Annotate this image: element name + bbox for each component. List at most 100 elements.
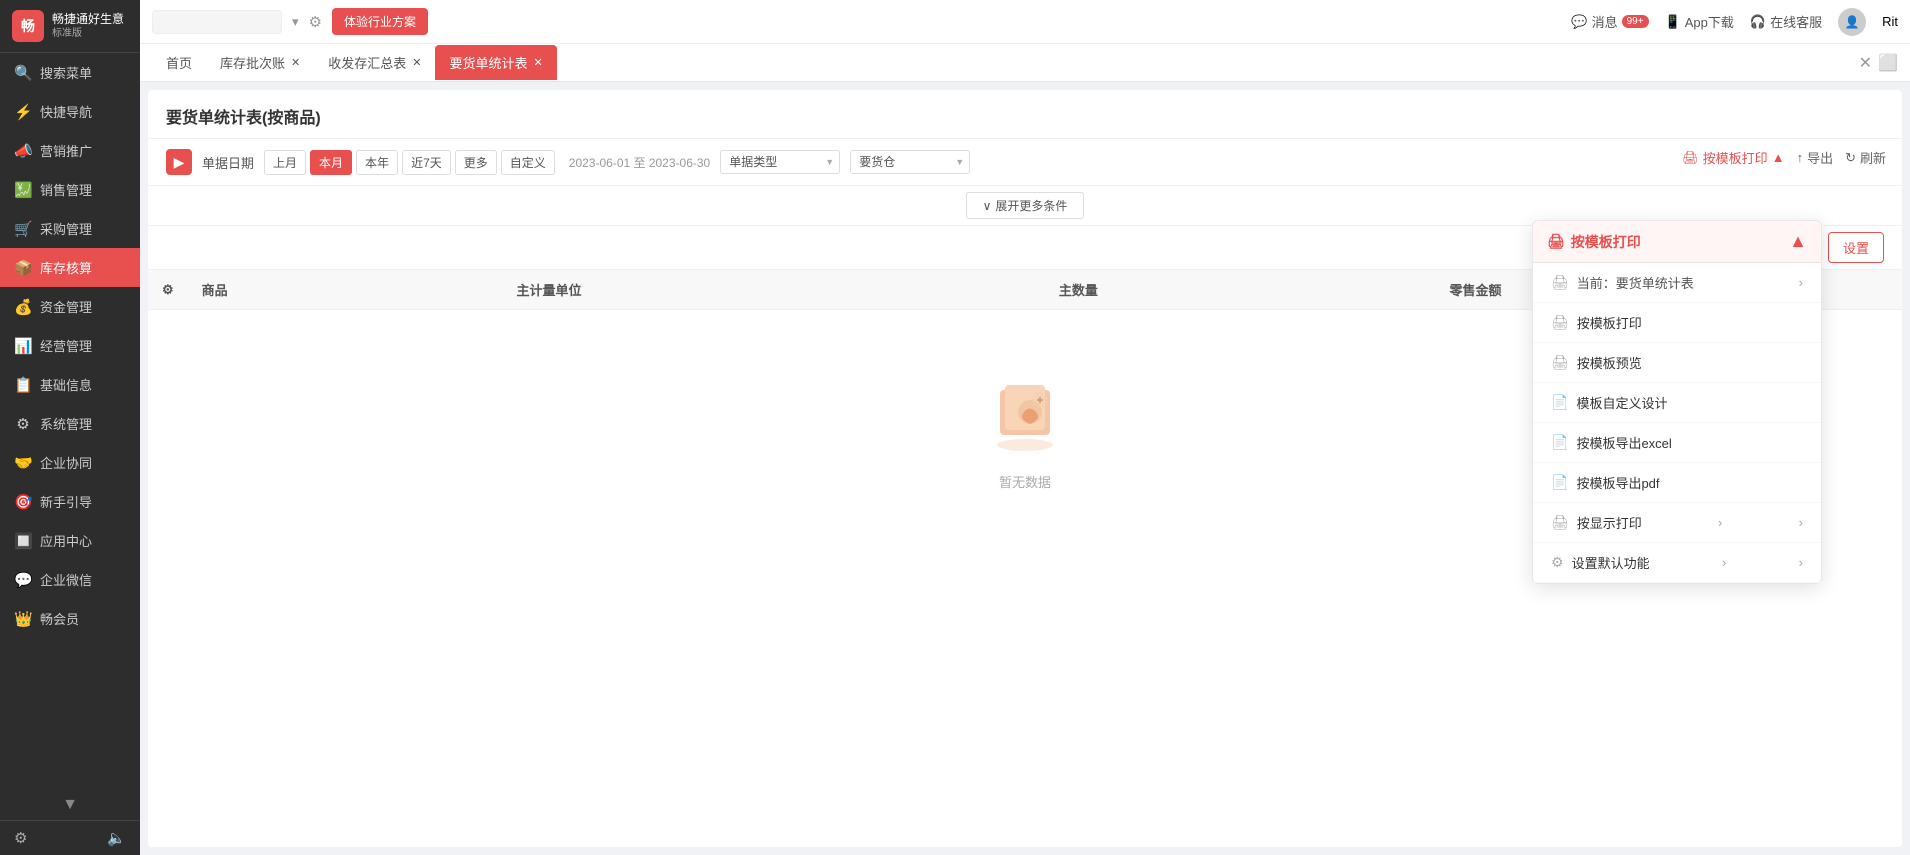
sidebar-item-search[interactable]: 🔍 搜索菜单 bbox=[0, 53, 140, 92]
filter-expand-btn[interactable]: ▶ bbox=[166, 149, 192, 175]
page-title: 要货单统计表(按商品) bbox=[166, 110, 321, 127]
print-dropdown-item-2[interactable]: 📄 模板自定义设计 bbox=[1533, 383, 1821, 423]
tab-order-stats[interactable]: 要货单统计表 ✕ bbox=[435, 45, 556, 80]
sidebar-item-guide[interactable]: 🎯 新手引导 bbox=[0, 482, 140, 521]
col-unit: 主计量单位 bbox=[503, 270, 1045, 310]
tab-receipts-summary-close[interactable]: ✕ bbox=[412, 56, 421, 69]
date-more[interactable]: 更多 bbox=[455, 150, 497, 175]
member-icon: 👑 bbox=[14, 610, 32, 628]
col-quantity: 主数量 bbox=[1045, 270, 1436, 310]
print-icon: 🖨 bbox=[1682, 150, 1699, 166]
tab-inventory-batch-close[interactable]: ✕ bbox=[291, 56, 300, 69]
refresh-btn[interactable]: ↻ 刷新 bbox=[1845, 148, 1886, 167]
sidebar-item-basic[interactable]: 📋 基础信息 bbox=[0, 365, 140, 404]
online-service-btn[interactable]: 🎧 在线客服 bbox=[1750, 12, 1822, 31]
print-dropdown-item-4[interactable]: 📄 按模板导出pdf bbox=[1533, 463, 1821, 503]
sidebar-item-system[interactable]: ⚙ 系统管理 bbox=[0, 404, 140, 443]
sidebar-item-inventory[interactable]: 📦 库存核算 bbox=[0, 248, 140, 287]
date-custom[interactable]: 自定义 bbox=[501, 150, 555, 175]
sidebar-item-finance[interactable]: 💰 资金管理 bbox=[0, 287, 140, 326]
print-dropdown-current[interactable]: 🖨 当前：要货单统计表 › bbox=[1533, 263, 1821, 303]
settings-btn[interactable]: 设置 bbox=[1828, 232, 1884, 263]
content-area: 要货单统计表(按商品) 🖨 按模板打印 ▲ ↑ 导出 ↻ 刷新 ▶ 单据日期 上… bbox=[148, 90, 1902, 847]
current-template-arrow: › bbox=[1799, 275, 1803, 290]
print-dropdown-item-1[interactable]: 🖨 按模板预览 bbox=[1533, 343, 1821, 383]
export-btn[interactable]: ↑ 导出 bbox=[1797, 148, 1834, 167]
tab-inventory-batch[interactable]: 库存批次账 ✕ bbox=[206, 45, 314, 80]
sidebar-item-business[interactable]: 📊 经营管理 bbox=[0, 326, 140, 365]
print-expand-arrow: ▲ bbox=[1772, 150, 1785, 165]
empty-text: 暂无数据 bbox=[999, 472, 1051, 491]
col-settings[interactable]: ⚙ bbox=[148, 270, 188, 310]
tabs-expand-area: ✕ ⬜ bbox=[1859, 53, 1898, 73]
topbar-dropdown-arrow[interactable]: ▾ bbox=[292, 14, 299, 30]
date-prev-month[interactable]: 上月 bbox=[264, 150, 306, 175]
message-icon: 💬 bbox=[1571, 14, 1587, 30]
empty-icon bbox=[980, 370, 1070, 460]
sidebar-footer: ⚙ 🔈 bbox=[0, 820, 140, 855]
logo-icon: 畅 bbox=[12, 10, 44, 42]
expand-more-icon: ∨ bbox=[983, 199, 992, 213]
sidebar-item-sales[interactable]: 💹 销售管理 bbox=[0, 170, 140, 209]
app-download-btn[interactable]: 📱 App下载 bbox=[1665, 12, 1734, 31]
logo-text: 畅捷通好生意 标准版 bbox=[52, 11, 124, 42]
collab-icon: 🤝 bbox=[14, 454, 32, 472]
print-dropdown-item-5[interactable]: 🖨 按显示打印 › bbox=[1533, 503, 1821, 543]
print-dropdown-item-3[interactable]: 📄 按模板导出excel bbox=[1533, 423, 1821, 463]
close-window-btn[interactable]: ✕ bbox=[1859, 53, 1872, 73]
sidebar-item-apps[interactable]: 🔲 应用中心 bbox=[0, 521, 140, 560]
purchase-icon: 🛒 bbox=[14, 220, 32, 238]
message-badge: 99+ bbox=[1622, 15, 1649, 28]
cargo-warehouse-select[interactable]: 要货仓 bbox=[850, 150, 970, 174]
date-buttons: 上月 本月 本年 近7天 更多 自定义 bbox=[264, 150, 555, 175]
col-product: 商品 bbox=[188, 270, 503, 310]
sound-footer-icon[interactable]: 🔈 bbox=[107, 829, 126, 847]
sidebar-item-marketing[interactable]: 📣 营销推广 bbox=[0, 131, 140, 170]
sidebar-item-wechat[interactable]: 💬 企业微信 bbox=[0, 560, 140, 599]
expand-more-btn[interactable]: ∨ 展开更多条件 bbox=[966, 192, 1085, 219]
wechat-icon: 💬 bbox=[14, 571, 32, 589]
sidebar-item-member[interactable]: 👑 畅会员 bbox=[0, 599, 140, 638]
shortcut-icon: ⚡ bbox=[14, 103, 32, 121]
messages-btn[interactable]: 💬 消息 99+ bbox=[1571, 12, 1648, 31]
tab-home[interactable]: 首页 bbox=[152, 45, 206, 80]
topbar-gear-icon[interactable]: ⚙ bbox=[309, 13, 322, 31]
user-avatar[interactable]: 👤 bbox=[1838, 8, 1866, 36]
sidebar-logo: 畅 畅捷通好生意 标准版 bbox=[0, 0, 140, 53]
inventory-icon: 📦 bbox=[14, 259, 32, 277]
settings-footer-icon[interactable]: ⚙ bbox=[14, 829, 27, 847]
sidebar-scroll-down[interactable]: ▼ bbox=[0, 790, 140, 820]
print-dropdown-item-0[interactable]: 🖨 按模板打印 bbox=[1533, 303, 1821, 343]
date-last7[interactable]: 近7天 bbox=[402, 150, 451, 175]
date-current-month[interactable]: 本月 bbox=[310, 150, 352, 175]
tabs-bar: 首页 库存批次账 ✕ 收发存汇总表 ✕ 要货单统计表 ✕ ✕ ⬜ bbox=[140, 44, 1910, 82]
print-dropdown-close-btn[interactable]: ▲ bbox=[1789, 231, 1807, 252]
topbar-right: 💬 消息 99+ 📱 App下载 🎧 在线客服 👤 Rit bbox=[1571, 8, 1898, 36]
print-template-btn[interactable]: 🖨 按模板打印 ▲ bbox=[1682, 148, 1784, 167]
sidebar: 畅 畅捷通好生意 标准版 🔍 搜索菜单 ⚡ 快捷导航 📣 营销推广 💹 销售管理… bbox=[0, 0, 140, 855]
maximize-window-btn[interactable]: ⬜ bbox=[1878, 53, 1898, 73]
topbar-search-input[interactable] bbox=[152, 10, 282, 34]
order-type-select[interactable]: 单据类型 bbox=[720, 150, 840, 174]
item-pdf-icon: 📄 bbox=[1551, 474, 1568, 491]
basic-icon: 📋 bbox=[14, 376, 32, 394]
business-icon: 📊 bbox=[14, 337, 32, 355]
item-custom-icon: 📄 bbox=[1551, 394, 1568, 411]
sidebar-item-purchase[interactable]: 🛒 采购管理 bbox=[0, 209, 140, 248]
print-dropdown-item-6[interactable]: ⚙ 设置默认功能 › bbox=[1533, 543, 1821, 583]
tab-order-stats-close[interactable]: ✕ bbox=[534, 56, 543, 69]
page-actions: 🖨 按模板打印 ▲ ↑ 导出 ↻ 刷新 bbox=[1682, 148, 1886, 167]
sales-icon: 💹 bbox=[14, 181, 32, 199]
tab-receipts-summary[interactable]: 收发存汇总表 ✕ bbox=[314, 45, 435, 80]
refresh-icon: ↻ bbox=[1845, 150, 1856, 166]
industry-btn[interactable]: 体验行业方案 bbox=[332, 8, 428, 35]
sidebar-item-collab[interactable]: 🤝 企业协同 bbox=[0, 443, 140, 482]
item-default-icon: ⚙ bbox=[1551, 554, 1564, 571]
filter-bar: ▶ 单据日期 上月 本月 本年 近7天 更多 自定义 2023-06-01 至 … bbox=[148, 139, 1902, 186]
sidebar-item-shortcut[interactable]: ⚡ 快捷导航 bbox=[0, 92, 140, 131]
apps-icon: 🔲 bbox=[14, 532, 32, 550]
item-preview-icon: 🖨 bbox=[1551, 354, 1569, 371]
item-print-icon: 🖨 bbox=[1551, 314, 1569, 331]
item-display-print-icon: 🖨 bbox=[1551, 514, 1569, 531]
date-current-year[interactable]: 本年 bbox=[356, 150, 398, 175]
